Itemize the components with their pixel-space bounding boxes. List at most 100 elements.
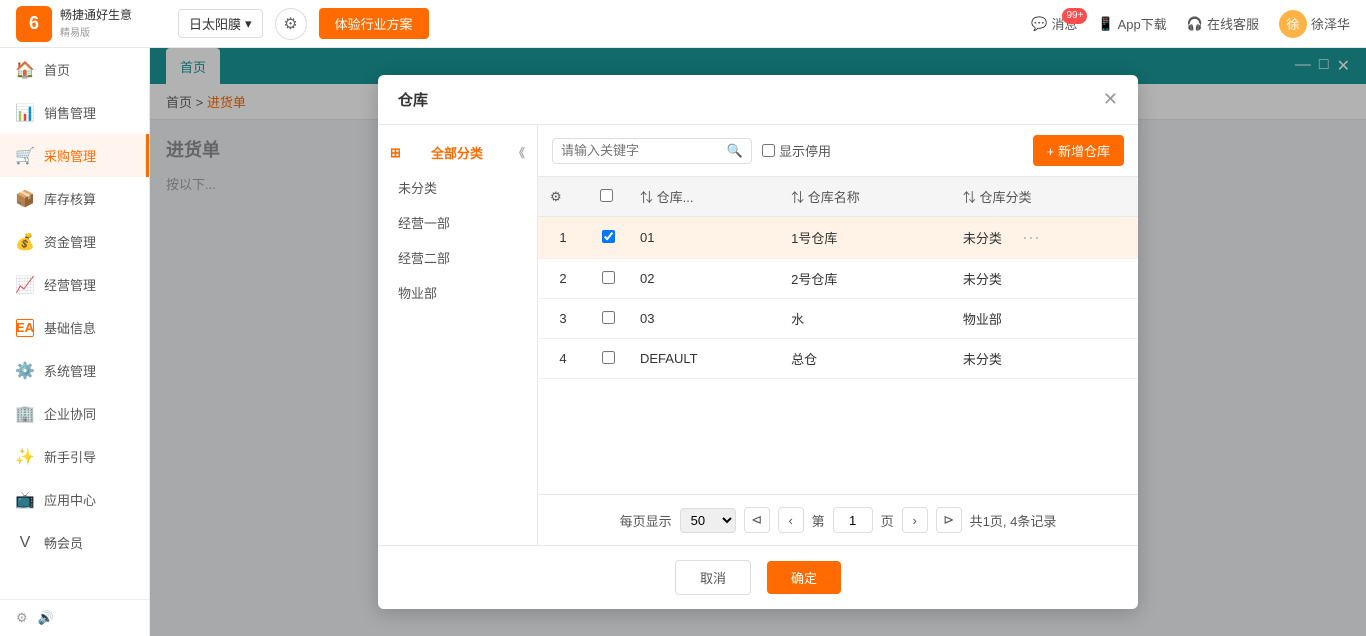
dialog-close-button[interactable]: ✕ <box>1103 89 1118 110</box>
sidebar-label-basic: 基础信息 <box>44 318 96 337</box>
guide-icon: ✨ <box>16 448 34 466</box>
row-checkbox[interactable] <box>588 259 628 299</box>
trial-button[interactable]: 体验行业方案 <box>319 8 429 39</box>
sidebar-item-enterprise[interactable]: 🏢 企业协同 <box>0 392 149 435</box>
confirm-button[interactable]: 确定 <box>767 561 841 594</box>
category-all[interactable]: ⊞ 全部分类 《 <box>378 135 537 170</box>
table-row[interactable]: 3 03 水 物业部 <box>538 299 1138 339</box>
dialog-body: ⊞ 全部分类 《 未分类 经营一部 经营二部 <box>378 125 1138 545</box>
avatar: 徐 <box>1279 10 1307 38</box>
collapse-icon[interactable]: 《 <box>513 144 525 161</box>
row-checkbox[interactable] <box>588 217 628 259</box>
add-warehouse-button[interactable]: + 新增仓库 <box>1033 135 1124 166</box>
sort-icon-cat: ⇅ <box>963 190 976 205</box>
sidebar-label-system: 系统管理 <box>44 361 96 380</box>
main-layout: 🏠 首页 📊 销售管理 🛒 采购管理 📦 库存核算 💰 资金管理 📈 经营管理 … <box>0 48 1366 636</box>
sidebar-item-sales[interactable]: 📊 销售管理 <box>0 91 149 134</box>
online-service-label: 在线客服 <box>1207 14 1259 33</box>
row-name: 水 <box>779 299 951 339</box>
row-category: 物业部 <box>951 299 1138 339</box>
sidebar-item-operation[interactable]: 📈 经营管理 <box>0 263 149 306</box>
select-all-checkbox[interactable] <box>600 189 613 202</box>
mobile-icon: 📱 <box>1097 16 1113 32</box>
prev-page-button[interactable]: ‹ <box>778 507 804 533</box>
notification-item[interactable]: 💬 消息 99+ <box>1031 14 1077 33</box>
apps-icon: 📺 <box>16 491 34 509</box>
sidebar-item-purchase[interactable]: 🛒 采购管理 <box>0 134 149 177</box>
page-input[interactable] <box>833 507 873 533</box>
th-name: ⇅ 仓库名称 <box>779 177 951 217</box>
enterprise-icon: 🏢 <box>16 405 34 423</box>
page-label: 第 <box>812 511 825 530</box>
modal-overlay[interactable]: 仓库 ✕ ⊞ 全部分类 《 未分类 <box>150 48 1366 636</box>
dialog-header: 仓库 ✕ <box>378 75 1138 125</box>
total-label: 共1页, 4条记录 <box>970 511 1057 530</box>
logo-name: 畅捷通好生意 <box>60 8 132 24</box>
home-icon: 🏠 <box>16 61 34 79</box>
dropdown-icon: ▾ <box>245 16 252 32</box>
first-page-button[interactable]: ⊲ <box>744 507 770 533</box>
row-code: 01 <box>628 217 779 259</box>
sidebar-item-finance[interactable]: 💰 资金管理 <box>0 220 149 263</box>
table-body: 1 01 1号仓库 未分类··· 2 02 2号仓库 未分类 3 03 水 物业… <box>538 217 1138 379</box>
store-selector[interactable]: 日太阳膜 ▾ <box>178 9 263 38</box>
user-item[interactable]: 徐 徐泽华 <box>1279 10 1350 38</box>
sort-icon: ⇅ <box>640 190 653 205</box>
next-page-button[interactable]: › <box>902 507 928 533</box>
row-checkbox[interactable] <box>588 339 628 379</box>
sidebar-item-guide[interactable]: ✨ 新手引导 <box>0 435 149 478</box>
app-download-item[interactable]: 📱 App下载 <box>1097 14 1166 33</box>
table-row[interactable]: 4 DEFAULT 总仓 未分类 <box>538 339 1138 379</box>
table-toolbar: 🔍 显示停用 + 新增仓库 <box>538 125 1138 177</box>
member-icon: V <box>16 534 34 552</box>
th-settings: ⚙ <box>538 177 588 217</box>
row-name: 1号仓库 <box>779 217 951 259</box>
row-actions-button[interactable]: ··· <box>1022 227 1040 247</box>
sidebar-item-home[interactable]: 🏠 首页 <box>0 48 149 91</box>
operation-icon: 📈 <box>16 276 34 294</box>
sidebar-item-inventory[interactable]: 📦 库存核算 <box>0 177 149 220</box>
category-ops1[interactable]: 经营一部 <box>378 205 537 240</box>
category-property[interactable]: 物业部 <box>378 275 537 310</box>
online-service-item[interactable]: 🎧 在线客服 <box>1187 14 1259 33</box>
basic-icon: EA <box>16 319 34 337</box>
table-header-row: ⚙ ⇅ 仓库... <box>538 177 1138 217</box>
dialog-footer: 取消 确定 <box>378 545 1138 609</box>
search-input[interactable] <box>561 143 721 158</box>
sidebar-item-system[interactable]: ⚙️ 系统管理 <box>0 349 149 392</box>
sidebar-item-apps[interactable]: 📺 应用中心 <box>0 478 149 521</box>
row-num: 2 <box>538 259 588 299</box>
show-disabled-label[interactable]: 显示停用 <box>762 141 831 160</box>
cancel-button[interactable]: 取消 <box>675 560 751 595</box>
system-icon: ⚙️ <box>16 362 34 380</box>
table-row[interactable]: 2 02 2号仓库 未分类 <box>538 259 1138 299</box>
sidebar-bottom: ⚙ 🔊 <box>0 599 149 636</box>
message-icon: 💬 <box>1031 16 1047 32</box>
pagination: 每页显示 50 100 ⊲ ‹ 第 页 › ⊳ 共 <box>538 494 1138 545</box>
row-code: DEFAULT <box>628 339 779 379</box>
category-ops2[interactable]: 经营二部 <box>378 240 537 275</box>
sidebar-item-member[interactable]: V 畅会员 <box>0 521 149 564</box>
top-header: 6 畅捷通好生意 精易版 日太阳膜 ▾ ⚙ 体验行业方案 💬 消息 99+ 📱 … <box>0 0 1366 48</box>
search-box: 🔍 <box>552 138 752 164</box>
row-code: 02 <box>628 259 779 299</box>
show-disabled-text: 显示停用 <box>779 141 831 160</box>
settings-button[interactable]: ⚙ <box>275 8 307 40</box>
sidebar-item-basic[interactable]: EA 基础信息 <box>0 306 149 349</box>
page-suffix: 页 <box>881 511 894 530</box>
warehouse-dialog: 仓库 ✕ ⊞ 全部分类 《 未分类 <box>378 75 1138 609</box>
row-category: 未分类 <box>951 339 1138 379</box>
volume-icon[interactable]: 🔊 <box>38 610 54 626</box>
category-unclassified[interactable]: 未分类 <box>378 170 537 205</box>
settings-bottom-icon[interactable]: ⚙ <box>16 610 28 626</box>
logo-area: 6 畅捷通好生意 精易版 <box>16 6 166 42</box>
inventory-icon: 📦 <box>16 190 34 208</box>
show-disabled-checkbox[interactable] <box>762 144 775 157</box>
table-row[interactable]: 1 01 1号仓库 未分类··· <box>538 217 1138 259</box>
row-name: 2号仓库 <box>779 259 951 299</box>
per-page-select[interactable]: 50 100 <box>680 508 736 533</box>
notification-badge: 99+ <box>1062 8 1087 24</box>
row-checkbox[interactable] <box>588 299 628 339</box>
grid-icon: ⊞ <box>390 145 401 161</box>
last-page-button[interactable]: ⊳ <box>936 507 962 533</box>
